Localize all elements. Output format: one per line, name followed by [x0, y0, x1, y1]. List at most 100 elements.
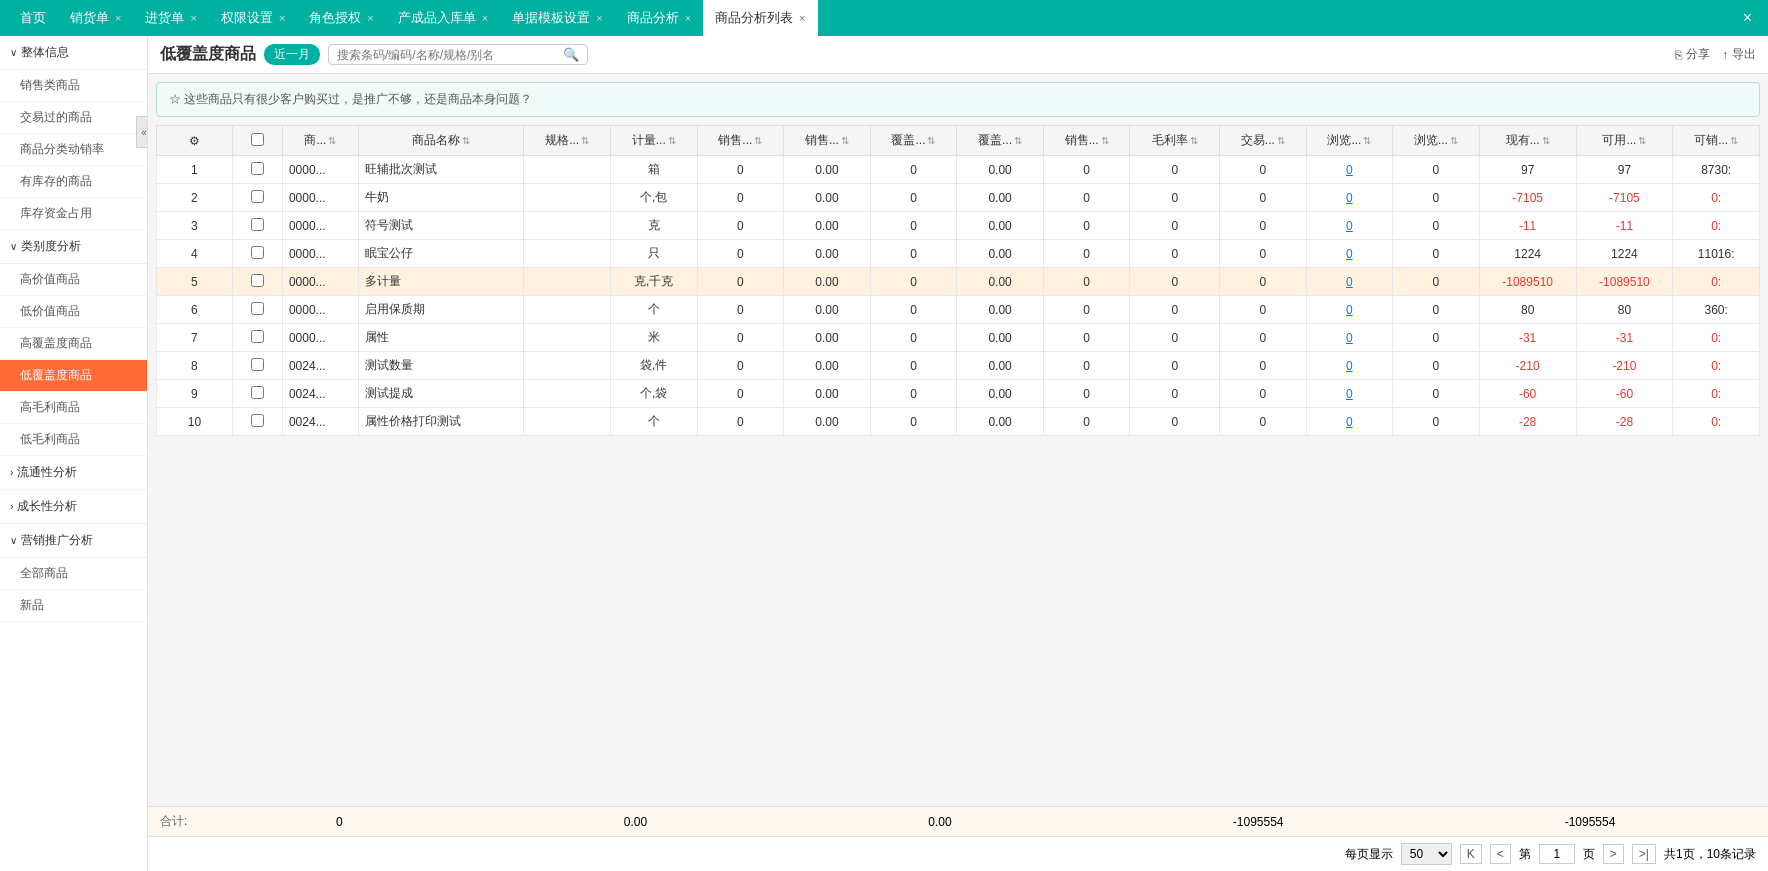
- nav-role-auth-close[interactable]: ×: [367, 12, 373, 24]
- nav-product-analysis[interactable]: 商品分析 ×: [615, 0, 703, 36]
- browse1-col-header[interactable]: 浏览...⇅: [1306, 126, 1393, 156]
- code-col-header[interactable]: 商...⇅: [282, 126, 358, 156]
- nav-template-settings-close[interactable]: ×: [596, 12, 602, 24]
- unit-col-header[interactable]: 计量...⇅: [610, 126, 697, 156]
- row-code: 0000...: [282, 296, 358, 324]
- first-page-button[interactable]: K: [1460, 844, 1482, 864]
- sidebar-item-category-turnover[interactable]: 商品分类动销率: [0, 134, 147, 166]
- stock1-col-header[interactable]: 现有...⇅: [1479, 126, 1576, 156]
- prev-page-button[interactable]: <: [1490, 844, 1511, 864]
- share-button[interactable]: ⎘ 分享: [1675, 46, 1710, 63]
- nav-template-settings[interactable]: 单据模板设置 ×: [500, 0, 614, 36]
- export-button[interactable]: ↑ 导出: [1722, 46, 1756, 63]
- row-unit: 克,千克: [610, 268, 697, 296]
- sidebar-item-high-margin[interactable]: 高毛利商品: [0, 392, 147, 424]
- stock3-col-header[interactable]: 可销...⇅: [1673, 126, 1760, 156]
- time-filter-button[interactable]: 近一月: [264, 44, 320, 65]
- nav-purchase-close[interactable]: ×: [190, 12, 196, 24]
- sidebar-section-circulation[interactable]: › 流通性分析: [0, 456, 147, 490]
- row-browse2: 0: [1393, 240, 1480, 268]
- spec-col-header[interactable]: 规格...⇅: [524, 126, 611, 156]
- row-code: 0024...: [282, 408, 358, 436]
- nav-product-analysis-close[interactable]: ×: [685, 12, 691, 24]
- row-browse1[interactable]: 0: [1306, 380, 1393, 408]
- sales-qty-col-header[interactable]: 销售...⇅: [697, 126, 784, 156]
- browse2-col-header[interactable]: 浏览...⇅: [1393, 126, 1480, 156]
- row-browse1[interactable]: 0: [1306, 296, 1393, 324]
- sidebar-item-new-products[interactable]: 新品: [0, 590, 147, 622]
- sidebar-collapse-button[interactable]: «: [136, 116, 148, 148]
- sidebar-item-traded-products[interactable]: 交易过的商品: [0, 102, 147, 134]
- transaction-col-header[interactable]: 交易...⇅: [1220, 126, 1307, 156]
- row-checkbox[interactable]: [232, 212, 282, 240]
- nav-product-analysis-list[interactable]: 商品分析列表 ×: [703, 0, 817, 36]
- checkbox-col-header[interactable]: [232, 126, 282, 156]
- nav-permissions-close[interactable]: ×: [279, 12, 285, 24]
- last-page-button[interactable]: >|: [1632, 844, 1656, 864]
- row-browse1[interactable]: 0: [1306, 184, 1393, 212]
- sidebar-item-high-coverage[interactable]: 高覆盖度商品: [0, 328, 147, 360]
- gross-margin-col-header[interactable]: 毛利率⇅: [1130, 126, 1220, 156]
- row-checkbox[interactable]: [232, 324, 282, 352]
- sidebar-item-low-margin[interactable]: 低毛利商品: [0, 424, 147, 456]
- row-transaction: 0: [1220, 296, 1307, 324]
- settings-col-header[interactable]: ⚙: [157, 126, 233, 156]
- per-page-select[interactable]: 50 20 100: [1401, 843, 1452, 865]
- row-cov2: 0.00: [957, 268, 1044, 296]
- nav-product-analysis-list-close[interactable]: ×: [799, 12, 805, 24]
- row-browse1[interactable]: 0: [1306, 268, 1393, 296]
- sales3-col-header[interactable]: 销售...⇅: [1043, 126, 1130, 156]
- next-page-button[interactable]: >: [1603, 844, 1624, 864]
- coverage2-col-header[interactable]: 覆盖...⇅: [957, 126, 1044, 156]
- nav-product-warehouse[interactable]: 产成品入库单 ×: [386, 0, 500, 36]
- nav-sales[interactable]: 销货单 ×: [58, 0, 133, 36]
- nav-role-auth[interactable]: 角色授权 ×: [297, 0, 385, 36]
- page-input[interactable]: [1539, 844, 1575, 864]
- row-cov2: 0.00: [957, 296, 1044, 324]
- row-sales-qty: 0: [697, 380, 784, 408]
- sidebar-item-inventory-capital[interactable]: 库存资金占用: [0, 198, 147, 230]
- row-checkbox[interactable]: [232, 184, 282, 212]
- row-checkbox[interactable]: [232, 296, 282, 324]
- row-checkbox[interactable]: [232, 156, 282, 184]
- close-all-button[interactable]: ×: [1735, 9, 1760, 27]
- row-browse1[interactable]: 0: [1306, 324, 1393, 352]
- row-browse1[interactable]: 0: [1306, 156, 1393, 184]
- coverage1-col-header[interactable]: 覆盖...⇅: [870, 126, 957, 156]
- sales-amount-col-header[interactable]: 销售...⇅: [784, 126, 871, 156]
- row-checkbox[interactable]: [232, 268, 282, 296]
- sidebar-item-in-stock[interactable]: 有库存的商品: [0, 166, 147, 198]
- sidebar-item-sales-products[interactable]: 销售类商品: [0, 70, 147, 102]
- sidebar-item-high-value[interactable]: 高价值商品: [0, 264, 147, 296]
- row-browse1[interactable]: 0: [1306, 240, 1393, 268]
- stock2-col-header[interactable]: 可用...⇅: [1576, 126, 1673, 156]
- name-col-header[interactable]: 商品名称⇅: [358, 126, 524, 156]
- nav-permissions[interactable]: 权限设置 ×: [209, 0, 297, 36]
- row-browse1[interactable]: 0: [1306, 212, 1393, 240]
- search-icon[interactable]: 🔍: [563, 47, 579, 62]
- sidebar-item-low-value[interactable]: 低价值商品: [0, 296, 147, 328]
- search-input[interactable]: [337, 48, 563, 62]
- sidebar-item-low-coverage[interactable]: 低覆盖度商品: [0, 360, 147, 392]
- row-browse1[interactable]: 0: [1306, 352, 1393, 380]
- sidebar-item-all-products[interactable]: 全部商品: [0, 558, 147, 590]
- table-container[interactable]: ⚙ 商...⇅ 商品名称⇅ 规格...⇅ 计量...⇅ 销售...⇅ 销售...…: [156, 125, 1760, 806]
- nav-product-warehouse-close[interactable]: ×: [482, 12, 488, 24]
- chevron-right-icon: ›: [10, 467, 13, 478]
- row-checkbox[interactable]: [232, 408, 282, 436]
- row-checkbox[interactable]: [232, 380, 282, 408]
- sidebar-section-marketing[interactable]: ∨ 营销推广分析: [0, 524, 147, 558]
- select-all-checkbox[interactable]: [251, 133, 264, 146]
- footer-sales-qty: 0: [336, 815, 343, 829]
- sidebar-section-growth[interactable]: › 成长性分析: [0, 490, 147, 524]
- row-checkbox[interactable]: [232, 240, 282, 268]
- row-browse1[interactable]: 0: [1306, 408, 1393, 436]
- sidebar-section-category-analysis[interactable]: ∨ 类别度分析: [0, 230, 147, 264]
- row-stock3: 360:: [1673, 296, 1760, 324]
- nav-purchase[interactable]: 进货单 ×: [133, 0, 208, 36]
- content-header: 低覆盖度商品 近一月 🔍 ⎘ 分享 ↑ 导出: [148, 36, 1768, 74]
- sidebar-section-overall[interactable]: ∨ 整体信息: [0, 36, 147, 70]
- nav-home[interactable]: 首页: [8, 0, 58, 36]
- row-checkbox[interactable]: [232, 352, 282, 380]
- nav-sales-close[interactable]: ×: [115, 12, 121, 24]
